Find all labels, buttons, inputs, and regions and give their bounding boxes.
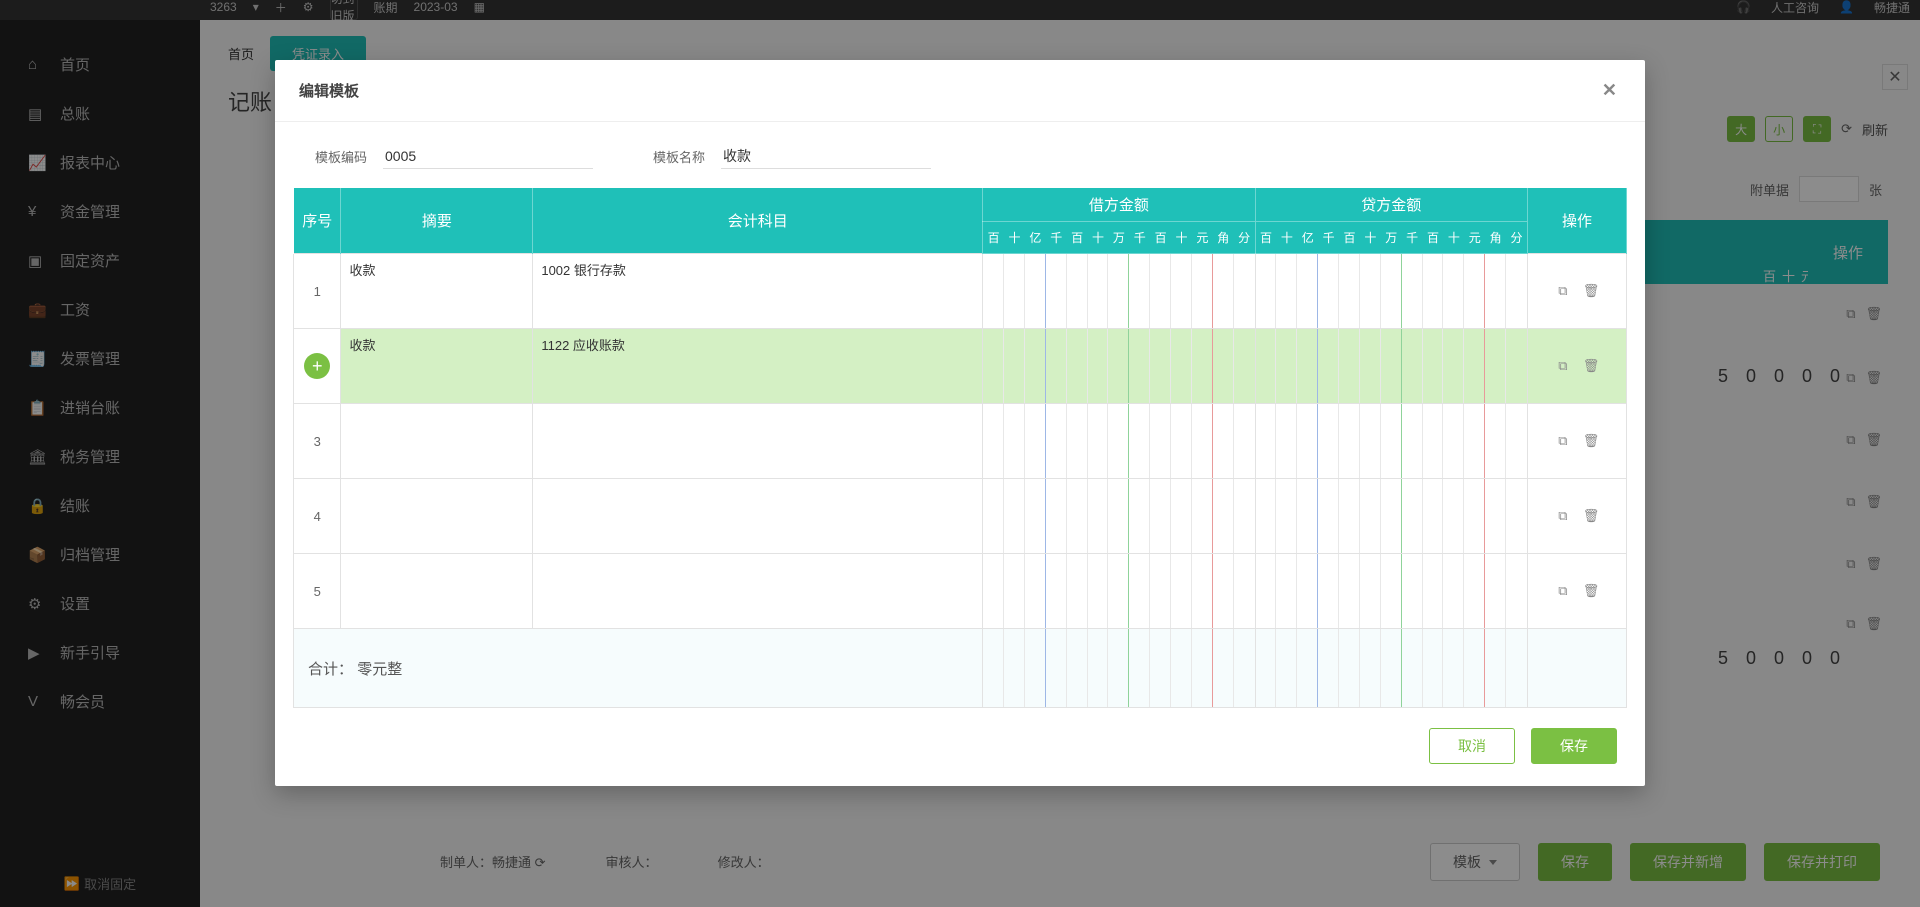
row-credit-amount[interactable] <box>1255 404 1527 479</box>
row-op: ⧉🗑 <box>1527 254 1626 329</box>
row-op: ⧉🗑 <box>1527 404 1626 479</box>
th-credit: 贷方金额 <box>1255 188 1527 222</box>
row-debit-amount[interactable] <box>983 554 1255 629</box>
trash-icon[interactable]: 🗑 <box>1581 581 1601 601</box>
trash-icon[interactable]: 🗑 <box>1581 431 1601 451</box>
modal-meta: 模板编码 模板名称 <box>275 122 1645 187</box>
row-index: 1 <box>294 254 341 329</box>
copy-icon[interactable]: ⧉ <box>1553 356 1573 376</box>
total-op-cell <box>1527 629 1626 708</box>
total-row: 合计： 零元整 <box>294 629 1627 708</box>
row-summary[interactable] <box>341 404 533 479</box>
template-name-field: 模板名称 <box>653 144 931 169</box>
row-subject[interactable] <box>533 404 983 479</box>
row-index: 4 <box>294 479 341 554</box>
total-cell: 合计： 零元整 <box>294 629 983 708</box>
modal-title: 编辑模板 <box>299 80 359 101</box>
row-subject[interactable] <box>533 479 983 554</box>
th-subject: 会计科目 <box>533 188 983 254</box>
template-name-input[interactable] <box>721 144 931 169</box>
edit-template-modal: 编辑模板 ✕ 模板编码 模板名称 序号 摘要 会计科目 借方金额 贷方金额 操作… <box>275 60 1645 786</box>
template-name-label: 模板名称 <box>653 147 705 166</box>
row-summary[interactable] <box>341 479 533 554</box>
th-debit-units: 百十亿千百十万千百十元角分 <box>983 222 1255 254</box>
table-row: 4⧉🗑 <box>294 479 1627 554</box>
trash-icon[interactable]: 🗑 <box>1581 281 1601 301</box>
row-debit-amount[interactable] <box>983 404 1255 479</box>
modal-footer: 取消 保存 <box>275 708 1645 764</box>
row-subject[interactable]: 1122 应收账款 <box>533 329 983 404</box>
th-credit-units: 百十亿千百十万千百十元角分 <box>1255 222 1527 254</box>
modal-header: 编辑模板 ✕ <box>275 60 1645 122</box>
row-credit-amount[interactable] <box>1255 254 1527 329</box>
total-text: 零元整 <box>357 661 402 678</box>
row-summary[interactable] <box>341 554 533 629</box>
table-row: 1收款1002 银行存款⧉🗑 <box>294 254 1627 329</box>
row-op: ⧉🗑 <box>1527 479 1626 554</box>
template-code-label: 模板编码 <box>315 147 367 166</box>
template-code-field: 模板编码 <box>315 144 593 169</box>
row-credit-amount[interactable] <box>1255 554 1527 629</box>
close-icon[interactable]: ✕ <box>1598 76 1621 105</box>
table-row: +收款1122 应收账款⧉🗑 <box>294 329 1627 404</box>
save-button[interactable]: 保存 <box>1531 728 1617 764</box>
row-credit-amount[interactable] <box>1255 479 1527 554</box>
table-row: 3⧉🗑 <box>294 404 1627 479</box>
copy-icon[interactable]: ⧉ <box>1553 281 1573 301</box>
template-code-input[interactable] <box>383 144 593 169</box>
row-debit-amount[interactable] <box>983 479 1255 554</box>
cancel-button[interactable]: 取消 <box>1429 728 1515 764</box>
row-subject[interactable]: 1002 银行存款 <box>533 254 983 329</box>
table-row: 5⧉🗑 <box>294 554 1627 629</box>
row-index: + <box>294 329 341 404</box>
row-op: ⧉🗑 <box>1527 329 1626 404</box>
row-credit-amount[interactable] <box>1255 329 1527 404</box>
voucher-table: 序号 摘要 会计科目 借方金额 贷方金额 操作 百十亿千百十万千百十元角分 百十… <box>293 187 1627 708</box>
copy-icon[interactable]: ⧉ <box>1553 431 1573 451</box>
th-debit: 借方金额 <box>983 188 1255 222</box>
row-summary[interactable]: 收款 <box>341 329 533 404</box>
row-index: 5 <box>294 554 341 629</box>
copy-icon[interactable]: ⧉ <box>1553 506 1573 526</box>
th-summary: 摘要 <box>341 188 533 254</box>
row-summary[interactable]: 收款 <box>341 254 533 329</box>
copy-icon[interactable]: ⧉ <box>1553 581 1573 601</box>
total-label: 合计： <box>308 661 353 678</box>
row-subject[interactable] <box>533 554 983 629</box>
row-debit-amount[interactable] <box>983 329 1255 404</box>
row-op: ⧉🗑 <box>1527 554 1626 629</box>
th-op: 操作 <box>1527 188 1626 254</box>
row-debit-amount[interactable] <box>983 254 1255 329</box>
trash-icon[interactable]: 🗑 <box>1581 506 1601 526</box>
trash-icon[interactable]: 🗑 <box>1581 356 1601 376</box>
total-debit-cell <box>983 629 1255 708</box>
row-index: 3 <box>294 404 341 479</box>
add-row-button[interactable]: + <box>304 353 330 379</box>
total-credit-cell <box>1255 629 1527 708</box>
th-index: 序号 <box>294 188 341 254</box>
